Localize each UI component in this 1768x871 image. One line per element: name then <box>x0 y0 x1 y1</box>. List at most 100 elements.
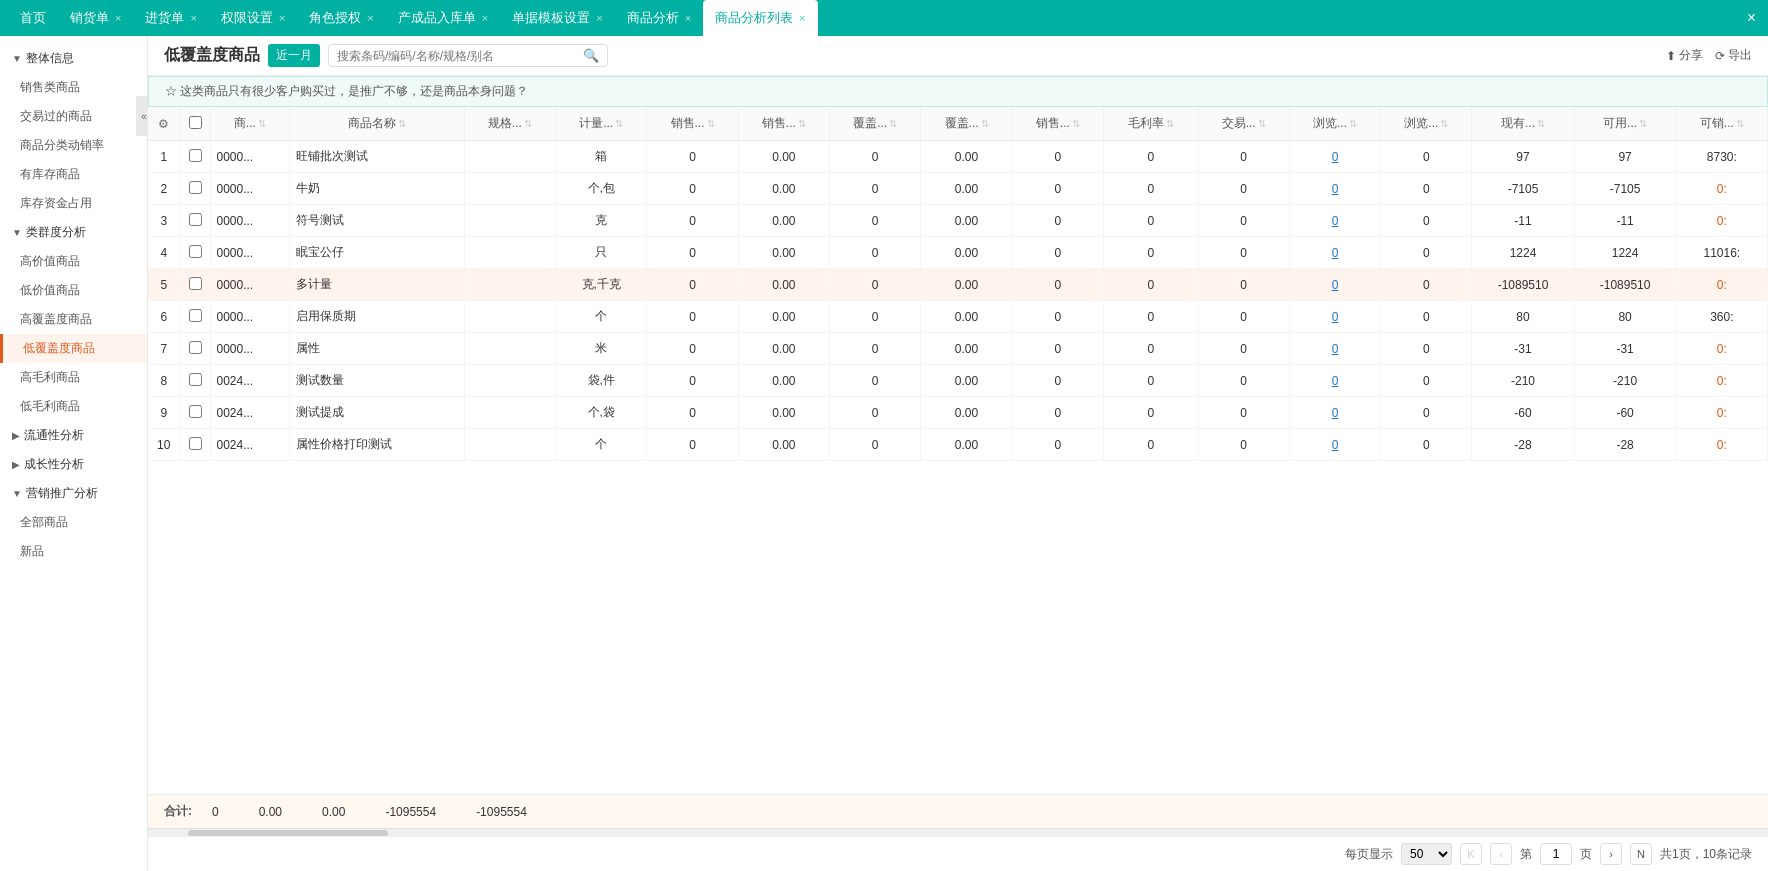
col-code[interactable]: 商...⇅ <box>210 107 290 141</box>
sidebar-item-sales-goods[interactable]: 销售类商品 <box>0 73 147 102</box>
nav-close-roles[interactable]: × <box>367 12 373 24</box>
nav-home[interactable]: 首页 <box>8 0 58 36</box>
cell-checkbox[interactable] <box>180 397 210 429</box>
row-checkbox[interactable] <box>189 277 202 290</box>
sidebar-item-traded-goods[interactable]: 交易过的商品 <box>0 102 147 131</box>
cell-browse1[interactable]: 0 <box>1289 237 1380 269</box>
sidebar-item-low-value[interactable]: 低价值商品 <box>0 276 147 305</box>
next-page-btn[interactable]: › <box>1600 843 1622 865</box>
col-current-stock[interactable]: 现有...⇅ <box>1472 107 1574 141</box>
nav-close-inventory[interactable]: × <box>482 12 488 24</box>
search-input[interactable] <box>337 49 579 63</box>
nav-template[interactable]: 单据模板设置 × <box>500 0 614 36</box>
table-container[interactable]: ⚙ 商...⇅ 商品名称⇅ 规格...⇅ 计量...⇅ 销售...⇅ 销售...… <box>148 107 1768 794</box>
col-sales3[interactable]: 销售...⇅ <box>1012 107 1103 141</box>
sidebar-item-low-margin[interactable]: 低毛利商品 <box>0 392 147 421</box>
col-browse2[interactable]: 浏览...⇅ <box>1381 107 1472 141</box>
cell-checkbox[interactable] <box>180 205 210 237</box>
nav-permissions[interactable]: 权限设置 × <box>209 0 297 36</box>
first-page-btn[interactable]: K <box>1460 843 1482 865</box>
col-gross-margin[interactable]: 毛利率⇅ <box>1104 107 1199 141</box>
nav-roles[interactable]: 角色授权 × <box>297 0 385 36</box>
sidebar-item-high-margin[interactable]: 高毛利商品 <box>0 363 147 392</box>
row-checkbox[interactable] <box>189 213 202 226</box>
cell-browse1[interactable]: 0 <box>1289 429 1380 461</box>
col-coverage2[interactable]: 覆盖...⇅ <box>921 107 1012 141</box>
col-checkbox[interactable] <box>180 107 210 141</box>
sidebar-section-marketing[interactable]: ▼ 营销推广分析 <box>0 479 147 508</box>
cell-browse1[interactable]: 0 <box>1289 397 1380 429</box>
sidebar-item-all-goods[interactable]: 全部商品 <box>0 508 147 537</box>
cell-browse1[interactable]: 0 <box>1289 269 1380 301</box>
nav-close-sales[interactable]: × <box>115 12 121 24</box>
page-input[interactable] <box>1540 843 1572 865</box>
cell-checkbox[interactable] <box>180 301 210 333</box>
col-spec[interactable]: 规格...⇅ <box>464 107 555 141</box>
sidebar-item-high-value[interactable]: 高价值商品 <box>0 247 147 276</box>
col-settings[interactable]: ⚙ <box>148 107 180 141</box>
nav-product-analysis-list[interactable]: 商品分析列表 × <box>703 0 817 36</box>
col-trade[interactable]: 交易...⇅ <box>1198 107 1289 141</box>
col-available-stock[interactable]: 可用...⇅ <box>1574 107 1676 141</box>
cell-checkbox[interactable] <box>180 141 210 173</box>
nav-close-permissions[interactable]: × <box>279 12 285 24</box>
cell-browse1[interactable]: 0 <box>1289 333 1380 365</box>
nav-close-product-analysis-list[interactable]: × <box>799 12 805 24</box>
row-checkbox[interactable] <box>189 437 202 450</box>
page-size-select[interactable]: 50 20 100 200 <box>1401 843 1452 865</box>
row-checkbox[interactable] <box>189 341 202 354</box>
settings-icon[interactable]: ⚙ <box>158 117 169 131</box>
row-checkbox[interactable] <box>189 245 202 258</box>
search-icon[interactable]: 🔍 <box>583 48 599 63</box>
row-checkbox[interactable] <box>189 181 202 194</box>
nav-inventory[interactable]: 产成品入库单 × <box>386 0 500 36</box>
row-checkbox[interactable] <box>189 149 202 162</box>
sidebar-collapse-btn[interactable]: « <box>136 96 148 136</box>
col-sales-amt[interactable]: 销售...⇅ <box>738 107 829 141</box>
cell-browse1[interactable]: 0 <box>1289 365 1380 397</box>
sidebar-item-new-goods[interactable]: 新品 <box>0 537 147 566</box>
nav-close-purchase[interactable]: × <box>190 12 196 24</box>
cell-checkbox[interactable] <box>180 269 210 301</box>
nav-product-analysis[interactable]: 商品分析 × <box>615 0 703 36</box>
sidebar-section-cluster[interactable]: ▼ 类群度分析 <box>0 218 147 247</box>
sidebar-section-overall[interactable]: ▼ 整体信息 <box>0 44 147 73</box>
select-all-checkbox[interactable] <box>189 116 202 129</box>
nav-purchase[interactable]: 进货单 × <box>133 0 208 36</box>
col-browse1[interactable]: 浏览...⇅ <box>1289 107 1380 141</box>
row-checkbox[interactable] <box>189 405 202 418</box>
export-button[interactable]: ⟳ 导出 <box>1715 47 1752 64</box>
cell-checkbox[interactable] <box>180 365 210 397</box>
cell-checkbox[interactable] <box>180 173 210 205</box>
horizontal-scrollbar[interactable] <box>148 828 1768 836</box>
sidebar-item-in-stock[interactable]: 有库存商品 <box>0 160 147 189</box>
last-page-btn[interactable]: N <box>1630 843 1652 865</box>
cell-checkbox[interactable] <box>180 429 210 461</box>
period-button[interactable]: 近一月 <box>268 44 320 67</box>
sidebar-section-growth[interactable]: ▶ 成长性分析 <box>0 450 147 479</box>
sidebar-item-high-coverage[interactable]: 高覆盖度商品 <box>0 305 147 334</box>
cell-checkbox[interactable] <box>180 333 210 365</box>
col-coverage1[interactable]: 覆盖...⇅ <box>830 107 921 141</box>
nav-close-template[interactable]: × <box>596 12 602 24</box>
row-checkbox[interactable] <box>189 309 202 322</box>
sidebar-item-category-rate[interactable]: 商品分类动销率 <box>0 131 147 160</box>
cell-browse1[interactable]: 0 <box>1289 141 1380 173</box>
cell-checkbox[interactable] <box>180 237 210 269</box>
col-name[interactable]: 商品名称⇅ <box>290 107 465 141</box>
share-button[interactable]: ⬆ 分享 <box>1666 47 1703 64</box>
nav-sales[interactable]: 销货单 × <box>58 0 133 36</box>
col-saleable[interactable]: 可销...⇅ <box>1676 107 1767 141</box>
nav-close-product-analysis[interactable]: × <box>685 12 691 24</box>
prev-page-btn[interactable]: ‹ <box>1490 843 1512 865</box>
close-all-tabs[interactable]: × <box>1747 9 1756 27</box>
col-unit[interactable]: 计量...⇅ <box>556 107 647 141</box>
sidebar-section-liquidity[interactable]: ▶ 流通性分析 <box>0 421 147 450</box>
col-sales-qty[interactable]: 销售...⇅ <box>647 107 738 141</box>
cell-browse1[interactable]: 0 <box>1289 205 1380 237</box>
row-checkbox[interactable] <box>189 373 202 386</box>
cell-browse1[interactable]: 0 <box>1289 301 1380 333</box>
cell-browse1[interactable]: 0 <box>1289 173 1380 205</box>
sidebar-item-low-coverage[interactable]: 低覆盖度商品 <box>0 334 147 363</box>
sidebar-item-capital[interactable]: 库存资金占用 <box>0 189 147 218</box>
